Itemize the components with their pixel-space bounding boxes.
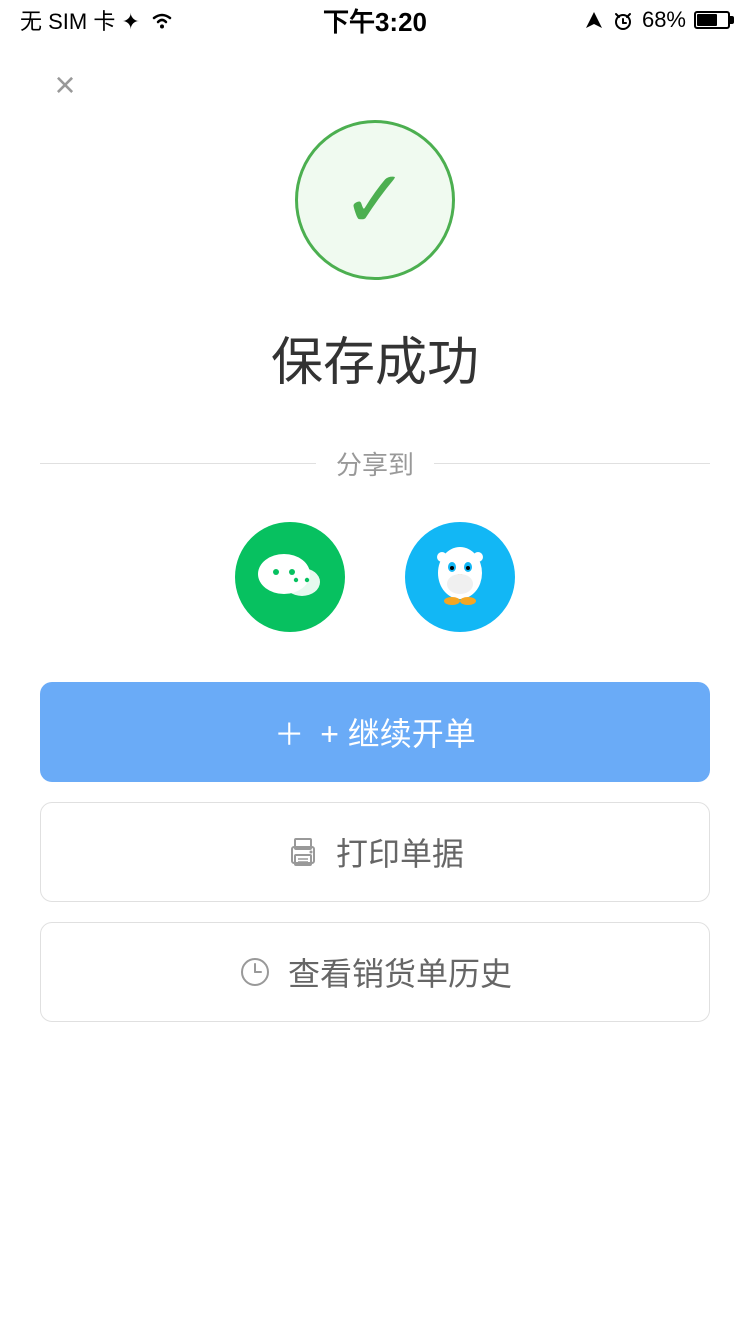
qq-share-button[interactable] <box>405 522 515 632</box>
continue-button[interactable]: ＋ + 继续开单 <box>40 682 710 782</box>
wifi-icon <box>148 10 176 30</box>
success-circle: ✓ <box>295 120 455 280</box>
qq-icon <box>428 541 493 613</box>
share-label: 分享到 <box>336 445 414 482</box>
alarm-icon <box>612 9 634 31</box>
battery-text: 68% <box>642 7 686 33</box>
history-icon <box>238 955 272 989</box>
status-time: 下午3:20 <box>323 2 427 39</box>
checkmark-icon: ✓ <box>341 160 408 240</box>
printer-icon <box>286 835 320 869</box>
status-right: 68% <box>584 7 730 33</box>
history-button[interactable]: 查看销货单历史 <box>40 922 710 1022</box>
close-button[interactable]: × <box>40 60 90 110</box>
divider-right <box>434 463 710 464</box>
sim-text: 无 SIM 卡 ✦ <box>20 4 140 36</box>
status-bar: 无 SIM 卡 ✦ 下午3:20 68% <box>0 0 750 40</box>
location-icon <box>584 10 604 30</box>
history-label: 查看销货单历史 <box>288 949 512 995</box>
continue-label: + 继续开单 <box>320 709 476 755</box>
share-section: 分享到 <box>40 445 710 632</box>
divider-left <box>40 463 316 464</box>
print-label: 打印单据 <box>336 829 464 875</box>
status-left: 无 SIM 卡 ✦ <box>20 4 176 36</box>
close-icon: × <box>54 67 75 103</box>
plus-icon: ＋ <box>274 710 304 754</box>
action-buttons: ＋ + 继续开单 打印单据 查看销货单历史 <box>40 682 710 1022</box>
share-divider: 分享到 <box>40 445 710 482</box>
print-button[interactable]: 打印单据 <box>40 802 710 902</box>
main-content: × ✓ 保存成功 分享到 <box>0 40 750 1334</box>
success-title: 保存成功 <box>271 320 479 395</box>
wechat-icon <box>256 548 324 606</box>
wechat-share-button[interactable] <box>235 522 345 632</box>
share-icons <box>40 522 710 632</box>
battery-icon <box>694 11 730 29</box>
